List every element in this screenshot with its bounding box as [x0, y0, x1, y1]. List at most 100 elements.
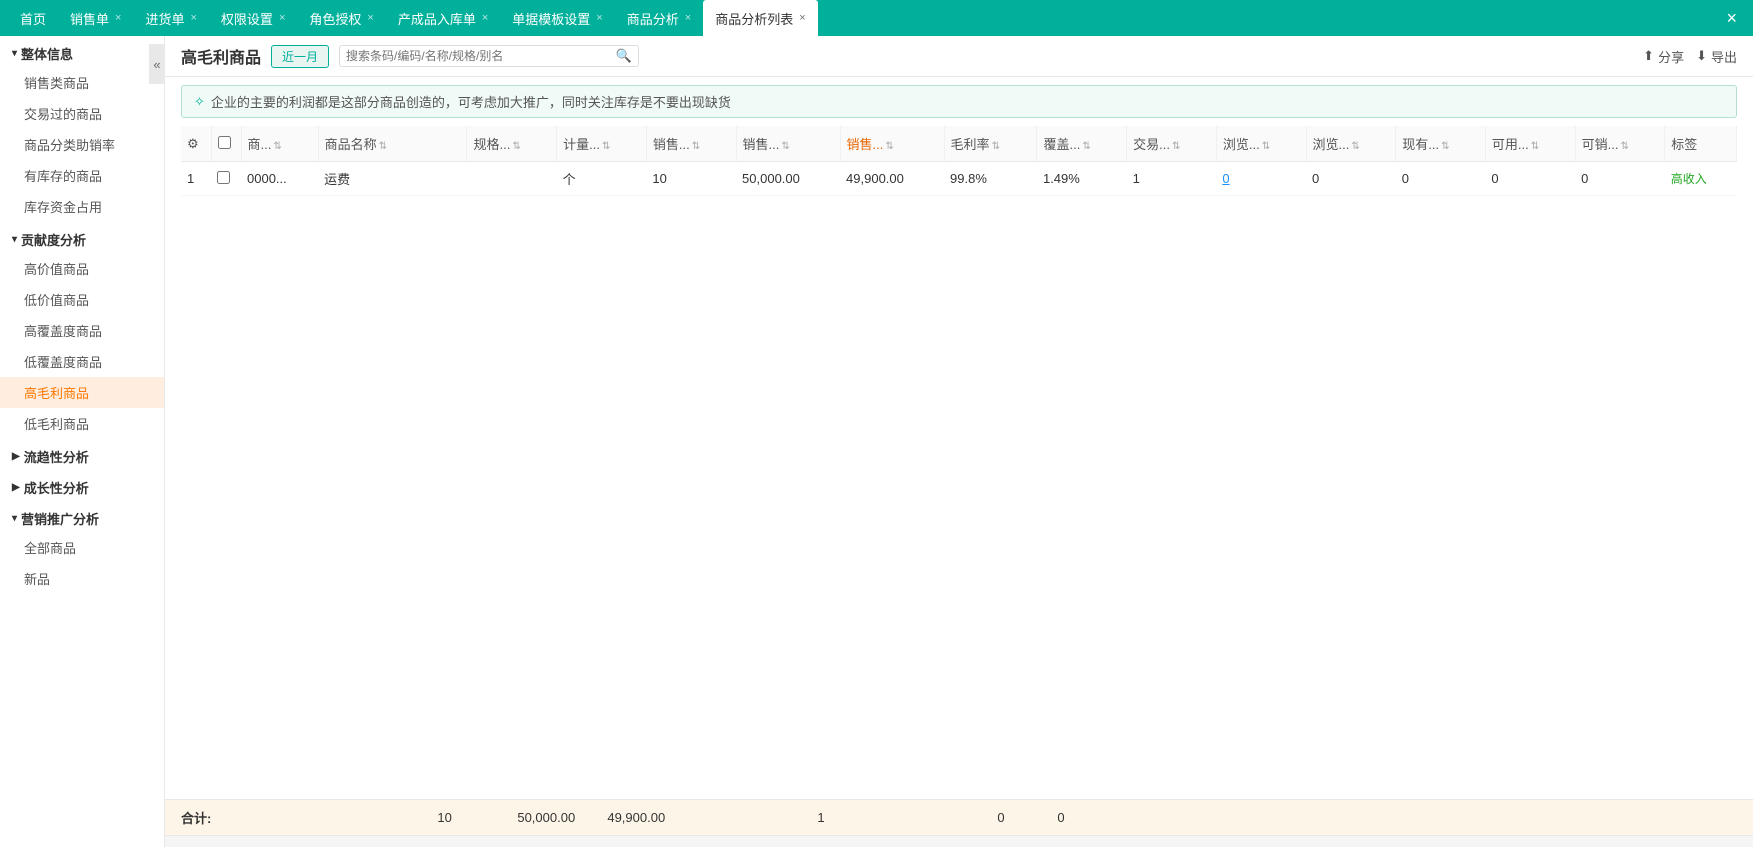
sidebar-item-high-margin[interactable]: 高毛利商品 — [0, 377, 164, 408]
col-unit[interactable]: 计量...⇅ — [557, 126, 647, 162]
browse1-link[interactable]: 0 — [1222, 171, 1229, 186]
sidebar-item-low-margin[interactable]: 低毛利商品 — [0, 408, 164, 439]
group-expand-arrow-2: ▾ — [12, 234, 17, 245]
sort-icon-browse1: ⇅ — [1262, 141, 1270, 152]
close-purchase-order[interactable]: × — [190, 12, 196, 24]
footer-label: 合计: — [181, 808, 211, 827]
col-sales-profit[interactable]: 销售...⇅ — [840, 126, 944, 162]
sidebar-group-overall[interactable]: ▾ 整体信息 — [0, 36, 164, 67]
close-product-analysis-list[interactable]: × — [799, 12, 805, 24]
cell-sales-profit: 49,900.00 — [840, 162, 944, 196]
col-sales-qty[interactable]: 销售...⇅ — [646, 126, 736, 162]
content-header: 高毛利商品 近一月 🔍 ⬆ 分享 ⬇ 导出 — [165, 36, 1753, 77]
cell-unit: 个 — [557, 162, 647, 196]
cell-available-stock: 0 — [1485, 162, 1575, 196]
filter-recent-month-button[interactable]: 近一月 — [271, 45, 329, 68]
sidebar-item-traded-goods[interactable]: 交易过的商品 — [0, 98, 164, 129]
close-template-settings[interactable]: × — [596, 12, 602, 24]
sort-icon-spec: ⇅ — [512, 141, 520, 152]
sidebar-group-marketing[interactable]: ▾ 营销推广分析 — [0, 501, 164, 532]
col-coverage[interactable]: 覆盖...⇅ — [1037, 126, 1127, 162]
export-button[interactable]: ⬇ 导出 — [1696, 47, 1737, 66]
cell-checkbox[interactable] — [211, 162, 241, 196]
col-name[interactable]: 商品名称⇅ — [318, 126, 467, 162]
sidebar: « ▾ 整体信息 销售类商品 交易过的商品 商品分类助销率 有库存的商品 库存资… — [0, 36, 165, 847]
close-sales-order[interactable]: × — [115, 12, 121, 24]
sidebar-item-high-value[interactable]: 高价值商品 — [0, 253, 164, 284]
nav-product-analysis[interactable]: 商品分析 × — [615, 0, 703, 36]
cell-sales-amount: 50,000.00 — [736, 162, 840, 196]
footer-cells: 10 50,000.00 49,900.00 1 0 0 — [231, 810, 1737, 825]
footer-sales-amount: 50,000.00 — [511, 810, 601, 825]
col-available-stock[interactable]: 可用...⇅ — [1485, 126, 1575, 162]
info-banner: ✧ 企业的主要的利润都是这部分商品创造的，可考虑加大推广，同时关注库存是不要出现… — [181, 85, 1737, 118]
close-role-auth[interactable]: × — [367, 12, 373, 24]
sort-icon-trade-count: ⇅ — [1172, 141, 1180, 152]
col-sales-amount[interactable]: 销售...⇅ — [736, 126, 840, 162]
footer-sales-profit: 49,900.00 — [601, 810, 691, 825]
sidebar-item-all-goods[interactable]: 全部商品 — [0, 532, 164, 563]
row-checkbox[interactable] — [217, 171, 230, 184]
sidebar-group-growth[interactable]: ▶ 成长性分析 — [0, 470, 164, 501]
sort-icon-current-stock: ⇅ — [1441, 141, 1449, 152]
sidebar-item-low-value[interactable]: 低价值商品 — [0, 284, 164, 315]
col-tag[interactable]: 标签 — [1665, 126, 1737, 162]
col-browse1[interactable]: 浏览...⇅ — [1216, 126, 1306, 162]
cell-spec — [467, 162, 557, 196]
sidebar-item-stocked-goods[interactable]: 有库存的商品 — [0, 160, 164, 191]
sidebar-collapse-button[interactable]: « — [149, 44, 165, 84]
share-button[interactable]: ⬆ 分享 — [1643, 47, 1684, 66]
sidebar-item-category-rate[interactable]: 商品分类助销率 — [0, 129, 164, 160]
footer-available-stock: 0 — [1051, 810, 1111, 825]
search-icon[interactable]: 🔍 — [616, 48, 632, 64]
cell-code: 0000... — [241, 162, 318, 196]
cell-browse1[interactable]: 0 — [1216, 162, 1306, 196]
sidebar-item-stock-fund[interactable]: 库存资金占用 — [0, 191, 164, 222]
footer-spacer-5 — [931, 810, 991, 825]
col-checkbox[interactable] — [211, 126, 241, 162]
nav-sales-order[interactable]: 销售单 × — [58, 0, 133, 36]
sidebar-item-new-goods[interactable]: 新品 — [0, 563, 164, 594]
sidebar-item-low-coverage[interactable]: 低覆盖度商品 — [0, 346, 164, 377]
nav-permission-settings[interactable]: 权限设置 × — [209, 0, 297, 36]
close-permission-settings[interactable]: × — [279, 12, 285, 24]
col-current-stock[interactable]: 现有...⇅ — [1396, 126, 1486, 162]
col-browse2[interactable]: 浏览...⇅ — [1306, 126, 1396, 162]
cell-name: 运费 — [318, 162, 467, 196]
col-gross-margin[interactable]: 毛利率⇅ — [944, 126, 1037, 162]
sidebar-item-high-coverage[interactable]: 高覆盖度商品 — [0, 315, 164, 346]
nav-purchase-order[interactable]: 进货单 × — [133, 0, 208, 36]
select-all-checkbox[interactable] — [218, 136, 231, 149]
search-input[interactable] — [346, 49, 616, 63]
group-expand-arrow-4: ▶ — [12, 482, 20, 493]
nav-product-analysis-list[interactable]: 商品分析列表 × — [703, 0, 817, 36]
col-spec[interactable]: 规格...⇅ — [467, 126, 557, 162]
search-box[interactable]: 🔍 — [339, 45, 639, 67]
sort-icon-sales-amount: ⇅ — [781, 141, 789, 152]
nav-home[interactable]: 首页 — [8, 0, 58, 36]
col-code[interactable]: 商...⇅ — [241, 126, 318, 162]
col-sellable-stock[interactable]: 可销...⇅ — [1575, 126, 1665, 162]
nav-template-settings[interactable]: 单据模板设置 × — [500, 0, 614, 36]
sidebar-group-trend[interactable]: ▶ 流趋性分析 — [0, 439, 164, 470]
col-trade-count[interactable]: 交易...⇅ — [1127, 126, 1217, 162]
col-settings[interactable]: ⚙ — [181, 126, 211, 162]
sidebar-group-contribution[interactable]: ▾ 贡献度分析 — [0, 222, 164, 253]
bottom-scrollbar[interactable] — [165, 835, 1753, 847]
cell-tag: 高收入 — [1665, 162, 1737, 196]
sort-icon-sellable-stock: ⇅ — [1620, 141, 1628, 152]
close-all-tabs[interactable]: × — [1718, 8, 1745, 29]
main-area: « ▾ 整体信息 销售类商品 交易过的商品 商品分类助销率 有库存的商品 库存资… — [0, 36, 1753, 847]
nav-role-auth[interactable]: 角色授权 × — [297, 0, 385, 36]
nav-product-inbound[interactable]: 产成品入库单 × — [386, 0, 500, 36]
sort-icon-unit: ⇅ — [602, 141, 610, 152]
content-area: 高毛利商品 近一月 🔍 ⬆ 分享 ⬇ 导出 ✧ 企业的主要的利润都是这部分商品创… — [165, 36, 1753, 847]
sort-icon-name: ⇅ — [379, 141, 387, 152]
cell-current-stock: 0 — [1396, 162, 1486, 196]
cell-browse2: 0 — [1306, 162, 1396, 196]
close-product-inbound[interactable]: × — [482, 12, 488, 24]
sidebar-item-sales-goods[interactable]: 销售类商品 — [0, 67, 164, 98]
cell-gross-margin: 99.8% — [944, 162, 1037, 196]
close-product-analysis[interactable]: × — [685, 12, 691, 24]
data-table: ⚙ 商...⇅ 商品名称⇅ 规格...⇅ 计量...⇅ 销售...⇅ 销售...… — [181, 126, 1737, 196]
